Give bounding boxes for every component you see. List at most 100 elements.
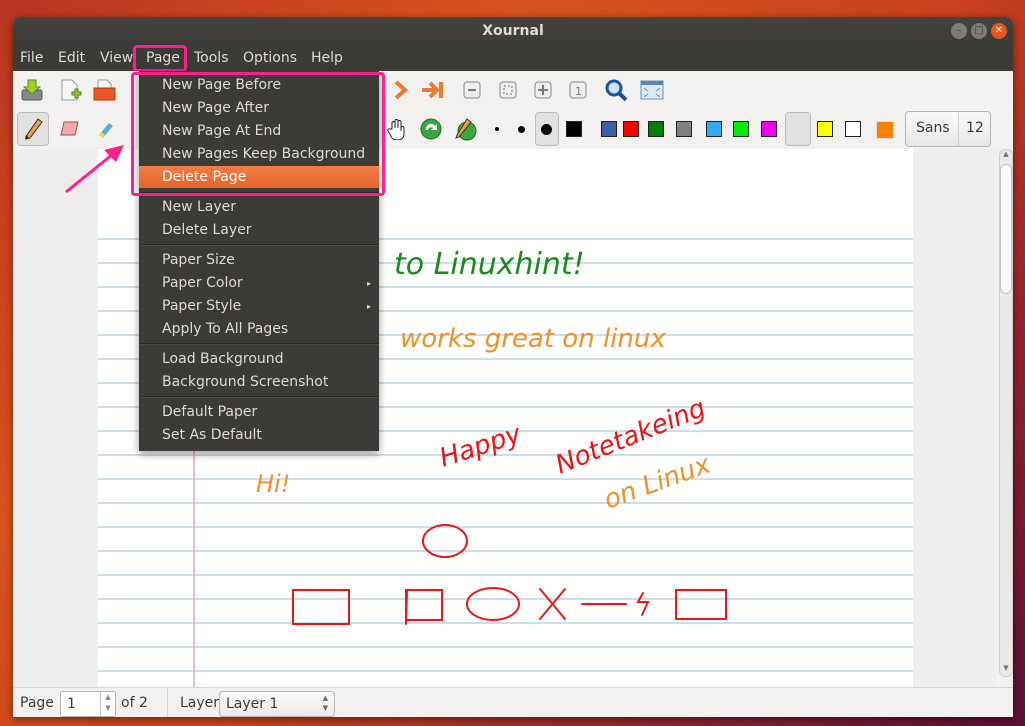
new-page-icon	[61, 79, 82, 101]
color-swatch[interactable]	[706, 121, 722, 137]
next-page-button[interactable]	[389, 77, 413, 103]
page-number-spinner[interactable]: 1 ▲ ▼	[60, 691, 116, 717]
menu-edit[interactable]: Edit	[58, 50, 85, 66]
dot-large-icon	[540, 123, 552, 135]
status-divider	[167, 688, 168, 717]
handwriting-welcome: to Linuxhint!	[394, 247, 585, 282]
menu-item-default-paper[interactable]: Default Paper	[162, 401, 257, 423]
xournal-window: Xournal – □ ✕ File Edit View Page Tools …	[13, 17, 1013, 717]
color-swatch[interactable]	[566, 121, 582, 137]
select-arrows-icon: ▲ ▼	[322, 694, 328, 712]
zoom-fit-icon	[499, 81, 517, 99]
thickness-thick[interactable]	[535, 117, 557, 141]
zoom-fit-button[interactable]	[497, 79, 519, 101]
drawn-zigzag	[636, 592, 650, 616]
layer-select[interactable]: Layer 1 ▲ ▼	[219, 691, 335, 717]
thickness-fine[interactable]	[489, 117, 505, 141]
default-tool-button[interactable]	[417, 115, 445, 143]
page-actions-highlight-box	[131, 72, 385, 196]
menu-item-paper-size[interactable]: Paper Size	[162, 249, 235, 271]
zoom-find-icon	[605, 79, 628, 102]
thickness-medium[interactable]	[513, 117, 529, 141]
handwriting-happy: Happy	[436, 419, 526, 474]
last-page-icon	[422, 81, 443, 99]
pen-icon	[25, 118, 43, 140]
zoom-100-icon: 1	[569, 81, 587, 99]
default-tool-icon	[420, 118, 442, 140]
menu-separator	[139, 244, 379, 246]
font-name: Sans	[916, 120, 950, 136]
hand-tool[interactable]	[383, 115, 409, 143]
minimize-button[interactable]: –	[951, 23, 967, 39]
menu-item-load-background[interactable]: Load Background	[162, 348, 284, 370]
menu-item-apply-to-all-pages[interactable]: Apply To All Pages	[162, 318, 288, 340]
drawn-rectangle-3	[675, 589, 727, 620]
vertical-scrollbar[interactable]: ▲ ▼	[999, 149, 1013, 677]
close-button[interactable]: ✕	[991, 23, 1007, 39]
spinner-arrows-icon[interactable]: ▲ ▼	[100, 692, 115, 716]
color-swatch[interactable]	[845, 121, 861, 137]
scroll-down-icon[interactable]: ▼	[1000, 664, 1012, 676]
menu-separator	[139, 343, 379, 345]
menu-help[interactable]: Help	[311, 50, 343, 66]
font-button-divider	[958, 112, 959, 146]
menu-item-new-layer[interactable]: New Layer	[162, 196, 236, 218]
layer-select-value: Layer 1	[226, 696, 279, 712]
handwriting-hi: Hi!	[256, 470, 290, 498]
menu-item-paper-color[interactable]: Paper Color	[162, 272, 243, 294]
zoom-100-button[interactable]: 1	[567, 79, 589, 101]
submenu-arrow-icon: ▸	[367, 279, 372, 288]
color-swatch[interactable]	[676, 121, 692, 137]
highlighter-icon	[99, 123, 113, 138]
zoom-in-button[interactable]	[532, 79, 554, 101]
hand-icon	[387, 119, 405, 140]
save-button[interactable]	[19, 77, 45, 103]
font-button[interactable]: Sans 12	[905, 111, 991, 147]
color-swatch[interactable]	[817, 121, 833, 137]
handwriting-works-great: works great on linux	[400, 324, 666, 354]
menu-item-paper-style[interactable]: Paper Style	[162, 295, 241, 317]
maximize-button[interactable]: □	[971, 23, 987, 39]
page-number-value: 1	[67, 696, 76, 712]
layer-label: Layer:	[180, 695, 224, 711]
color-swatch[interactable]	[648, 121, 664, 137]
drawn-ellipse-2	[466, 587, 520, 621]
fullscreen-icon	[640, 80, 664, 100]
handwriting-on-linux: on Linux	[600, 449, 715, 515]
menu-item-set-as-default[interactable]: Set As Default	[162, 424, 262, 446]
color-swatch[interactable]	[623, 121, 639, 137]
menu-file[interactable]: File	[20, 50, 43, 66]
eraser-tool[interactable]	[55, 115, 83, 143]
page-menu-highlight-box	[133, 45, 187, 72]
drawn-rectangle-1	[292, 589, 350, 625]
status-bar: Page 1 ▲ ▼ of 2 Layer: Layer 1 ▲ ▼	[13, 687, 1013, 717]
pen-tool[interactable]	[19, 115, 47, 143]
new-page-button[interactable]	[57, 77, 83, 103]
eraser-icon	[60, 121, 79, 136]
font-size: 12	[966, 120, 984, 136]
drawn-ellipse-top	[422, 524, 468, 558]
color-swatch[interactable]	[601, 121, 617, 137]
current-color-swatch[interactable]	[876, 121, 894, 139]
last-page-button[interactable]	[419, 77, 447, 103]
menu-separator	[139, 396, 379, 398]
annotation-arrow	[65, 145, 124, 194]
menu-view[interactable]: View	[100, 50, 133, 66]
title-bar: Xournal – □ ✕	[13, 17, 1013, 45]
color-swatch[interactable]	[733, 121, 749, 137]
menu-options[interactable]: Options	[243, 50, 297, 66]
default-pen-button[interactable]	[451, 115, 479, 143]
menu-item-background-screenshot[interactable]: Background Screenshot	[162, 371, 328, 393]
zoom-find-button[interactable]	[603, 77, 629, 103]
open-button[interactable]	[91, 77, 117, 103]
scrollbar-thumb[interactable]	[1000, 164, 1012, 294]
open-folder-icon	[93, 79, 116, 101]
fullscreen-button[interactable]	[639, 77, 665, 103]
menu-item-delete-layer[interactable]: Delete Layer	[162, 219, 251, 241]
highlighter-tool[interactable]	[91, 115, 119, 143]
menu-tools[interactable]: Tools	[194, 50, 229, 66]
color-swatch[interactable]	[761, 121, 777, 137]
window-title: Xournal	[482, 23, 544, 39]
zoom-out-button[interactable]	[461, 79, 483, 101]
scroll-up-icon[interactable]: ▲	[1000, 150, 1012, 162]
